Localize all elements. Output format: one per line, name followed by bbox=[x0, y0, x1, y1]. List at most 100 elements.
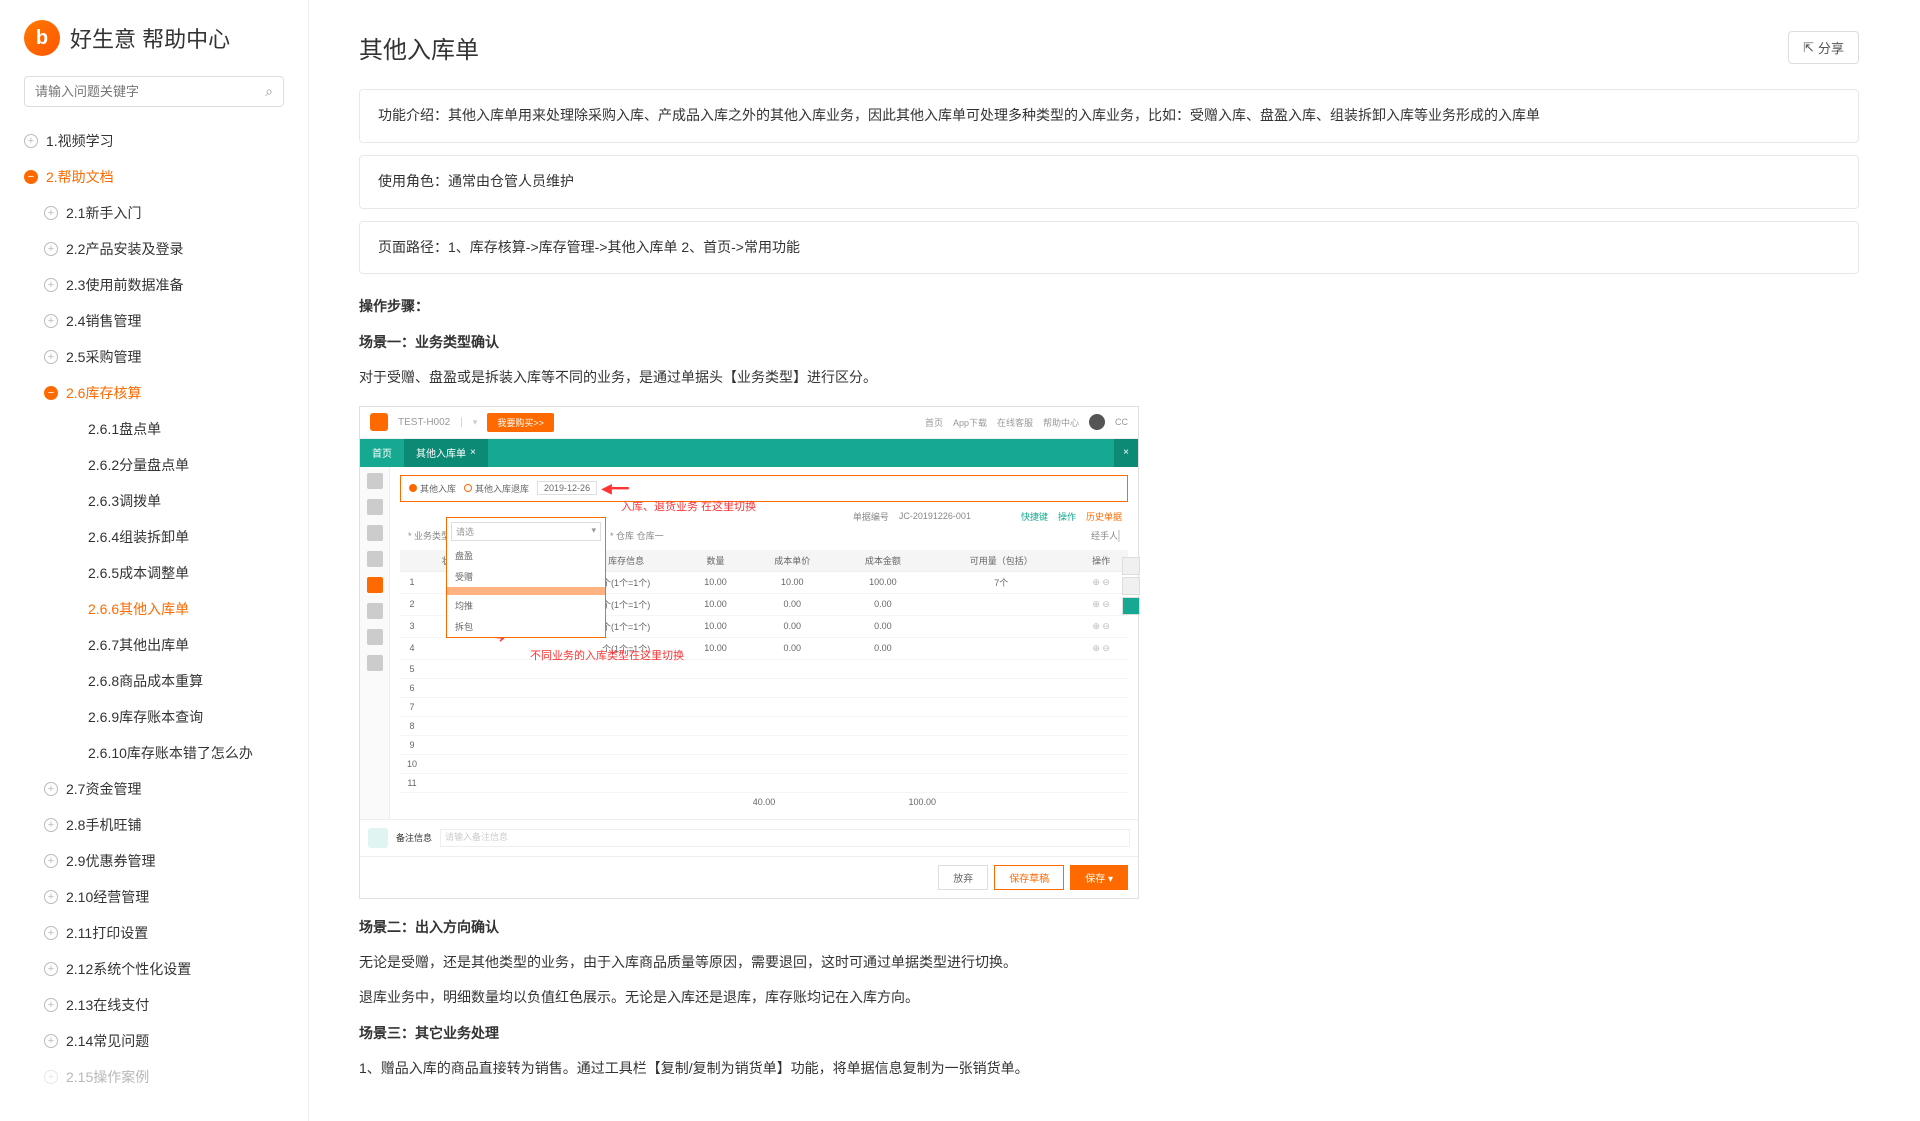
scene3-title: 场景三：其它业务处理 bbox=[359, 1025, 499, 1041]
radio-on-icon bbox=[409, 484, 417, 492]
nav-2-14[interactable]: 2.14常见问题 bbox=[12, 1023, 296, 1059]
table-row: 5 bbox=[400, 659, 1128, 678]
ss-tool-icon bbox=[1122, 577, 1140, 595]
nav-2-10[interactable]: 2.10经营管理 bbox=[12, 879, 296, 915]
radio-off-icon bbox=[464, 484, 472, 492]
sidebar: b 好生意 帮助中心 ⌕ 1.视频学习 2.帮助文档 2.1新手入门 2.2产品… bbox=[0, 0, 309, 1121]
nav-2-5[interactable]: 2.5采购管理 bbox=[12, 339, 296, 375]
scene2-p2: 退库业务中，明细数量均以负值红色展示。无论是入库还是退库，库存账均记在入库方向。 bbox=[359, 985, 1859, 1010]
steps-label: 操作步骤： bbox=[359, 294, 1859, 319]
minus-icon bbox=[24, 170, 38, 184]
ss-right-tools bbox=[1122, 557, 1140, 615]
plus-icon bbox=[24, 134, 38, 148]
ss-rail-icon-active bbox=[367, 577, 383, 593]
ss-topbar: TEST-H002 | ▾ 我要购买>> 首页 App下载 在线客服 帮助中心 … bbox=[360, 407, 1138, 439]
ss-tab-home: 首页 bbox=[360, 439, 404, 467]
role-label: 使用角色： bbox=[378, 173, 448, 189]
intro-label: 功能介绍： bbox=[378, 107, 448, 123]
intro-box: 功能介绍：其他入库单用来处理除采购入库、产成品入库之外的其他入库业务，因此其他入… bbox=[359, 89, 1859, 143]
ss-logo-icon bbox=[370, 413, 388, 431]
nav-video-learning[interactable]: 1.视频学习 bbox=[12, 123, 296, 159]
path-label: 页面路径： bbox=[378, 239, 448, 255]
ss-footer: 放弃 保存草稿 保存 ▾ bbox=[360, 856, 1138, 898]
plus-icon bbox=[44, 1070, 58, 1084]
nav-2-12[interactable]: 2.12系统个性化设置 bbox=[12, 951, 296, 987]
nav-2-6-9[interactable]: 2.6.9库存账本查询 bbox=[12, 699, 296, 735]
ss-rail-icon bbox=[367, 525, 383, 541]
ss-rail-icon bbox=[367, 473, 383, 489]
ss-annotation-2: 不同业务的入库类型在这里切换 bbox=[530, 647, 684, 663]
plus-icon bbox=[44, 314, 58, 328]
plus-icon bbox=[44, 854, 58, 868]
ss-rail-icon bbox=[367, 629, 383, 645]
ss-content: 其他入库 其他入库退库 2019-12-26 ◀━━ 入库、退货业务 在这里切换… bbox=[390, 467, 1138, 819]
plus-icon bbox=[44, 962, 58, 976]
search-input[interactable] bbox=[35, 84, 265, 99]
ss-input bbox=[1118, 530, 1120, 542]
ss-cancel-button: 放弃 bbox=[938, 865, 988, 890]
nav-2-8[interactable]: 2.8手机旺铺 bbox=[12, 807, 296, 843]
nav-2-6-2[interactable]: 2.6.2分量盘点单 bbox=[12, 447, 296, 483]
nav-2-6-8[interactable]: 2.6.8商品成本重算 bbox=[12, 663, 296, 699]
ss-tabbar: 首页 其他入库单× × bbox=[360, 439, 1138, 467]
scene1-title: 场景一：业务类型确认 bbox=[359, 334, 499, 350]
arrow-left-icon: ◀━━ bbox=[601, 480, 629, 497]
plus-icon bbox=[44, 782, 58, 796]
nav-2-1[interactable]: 2.1新手入门 bbox=[12, 195, 296, 231]
nav-help-docs[interactable]: 2.帮助文档 bbox=[12, 159, 296, 195]
ss-annotation-1: 入库、退货业务 在这里切换 bbox=[621, 498, 756, 514]
nav-2-6-7[interactable]: 2.6.7其他出库单 bbox=[12, 627, 296, 663]
table-row: 11 bbox=[400, 773, 1128, 792]
plus-icon bbox=[44, 926, 58, 940]
steps-section: 操作步骤： 场景一：业务类型确认 对于受赠、盘盈或是拆装入库等不同的业务，是通过… bbox=[359, 294, 1859, 1081]
nav-2-13[interactable]: 2.13在线支付 bbox=[12, 987, 296, 1023]
ss-tool-icon bbox=[1122, 597, 1140, 615]
nav-2-9[interactable]: 2.9优惠券管理 bbox=[12, 843, 296, 879]
minus-icon bbox=[44, 386, 58, 400]
nav-2-4[interactable]: 2.4销售管理 bbox=[12, 303, 296, 339]
ss-remark-icon bbox=[368, 828, 388, 848]
nav-2-6-6[interactable]: 2.6.6其他入库单 bbox=[12, 591, 296, 627]
embedded-screenshot: TEST-H002 | ▾ 我要购买>> 首页 App下载 在线客服 帮助中心 … bbox=[359, 406, 1139, 899]
ss-avatar-icon bbox=[1089, 414, 1105, 430]
nav-2-6-10[interactable]: 2.6.10库存账本错了怎么办 bbox=[12, 735, 296, 771]
ss-buy-button: 我要购买>> bbox=[487, 413, 554, 432]
path-box: 页面路径：1、库存核算->库存管理->其他入库单 2、首页->常用功能 bbox=[359, 221, 1859, 275]
page-title: 其他入库单 bbox=[359, 30, 479, 65]
nav-2-6-5[interactable]: 2.6.5成本调整单 bbox=[12, 555, 296, 591]
ss-totals: 40.00 100.00 bbox=[400, 793, 1128, 811]
nav-tree: 1.视频学习 2.帮助文档 2.1新手入门 2.2产品安装及登录 2.3使用前数… bbox=[0, 123, 308, 1095]
scene2-title: 场景二：出入方向确认 bbox=[359, 919, 499, 935]
brand-title: 好生意 帮助中心 bbox=[70, 22, 230, 54]
ss-date: 2019-12-26 bbox=[537, 481, 597, 495]
ss-remark-row: 备注信息 请输入备注信息 bbox=[360, 819, 1138, 856]
nav-2-3[interactable]: 2.3使用前数据准备 bbox=[12, 267, 296, 303]
nav-2-6-3[interactable]: 2.6.3调拨单 bbox=[12, 483, 296, 519]
nav-2-7[interactable]: 2.7资金管理 bbox=[12, 771, 296, 807]
path-text: 1、库存核算->库存管理->其他入库单 2、首页->常用功能 bbox=[448, 239, 800, 255]
ss-close-icon: × bbox=[1114, 439, 1138, 467]
role-box: 使用角色：通常由仓管人员维护 bbox=[359, 155, 1859, 209]
intro-text: 其他入库单用来处理除采购入库、产成品入库之外的其他入库业务，因此其他入库单可处理… bbox=[448, 107, 1540, 123]
ss-rail-icon bbox=[367, 499, 383, 515]
ss-rail-icon bbox=[367, 655, 383, 671]
chevron-down-icon: ▾ bbox=[591, 525, 596, 538]
ss-type-row: 其他入库 其他入库退库 2019-12-26 ◀━━ 入库、退货业务 在这里切换 bbox=[400, 475, 1128, 502]
nav-2-2[interactable]: 2.2产品安装及登录 bbox=[12, 231, 296, 267]
search-icon[interactable]: ⌕ bbox=[265, 83, 273, 100]
nav-2-6-4[interactable]: 2.6.4组装拆卸单 bbox=[12, 519, 296, 555]
plus-icon bbox=[44, 890, 58, 904]
ss-env: TEST-H002 bbox=[398, 417, 450, 428]
nav-2-11[interactable]: 2.11打印设置 bbox=[12, 915, 296, 951]
main-content: 其他入库单 ⇱ 分享 功能介绍：其他入库单用来处理除采购入库、产成品入库之外的其… bbox=[309, 0, 1909, 1121]
nav-2-6[interactable]: 2.6库存核算 bbox=[12, 375, 296, 411]
search-box[interactable]: ⌕ bbox=[24, 76, 284, 107]
table-row: 10 bbox=[400, 754, 1128, 773]
share-button[interactable]: ⇱ 分享 bbox=[1788, 31, 1859, 64]
nav-2-15[interactable]: 2.15操作案例 bbox=[12, 1059, 296, 1095]
nav-2-6-1[interactable]: 2.6.1盘点单 bbox=[12, 411, 296, 447]
scene3-p1: 1、赠品入库的商品直接转为销售。通过工具栏【复制/复制为销货单】功能，将单据信息… bbox=[359, 1056, 1859, 1081]
ss-remark-input: 请输入备注信息 bbox=[440, 829, 1130, 847]
ss-dropdown: 请选▾ 盘盈 受赠 均推 拆包 bbox=[446, 517, 606, 638]
plus-icon bbox=[44, 278, 58, 292]
